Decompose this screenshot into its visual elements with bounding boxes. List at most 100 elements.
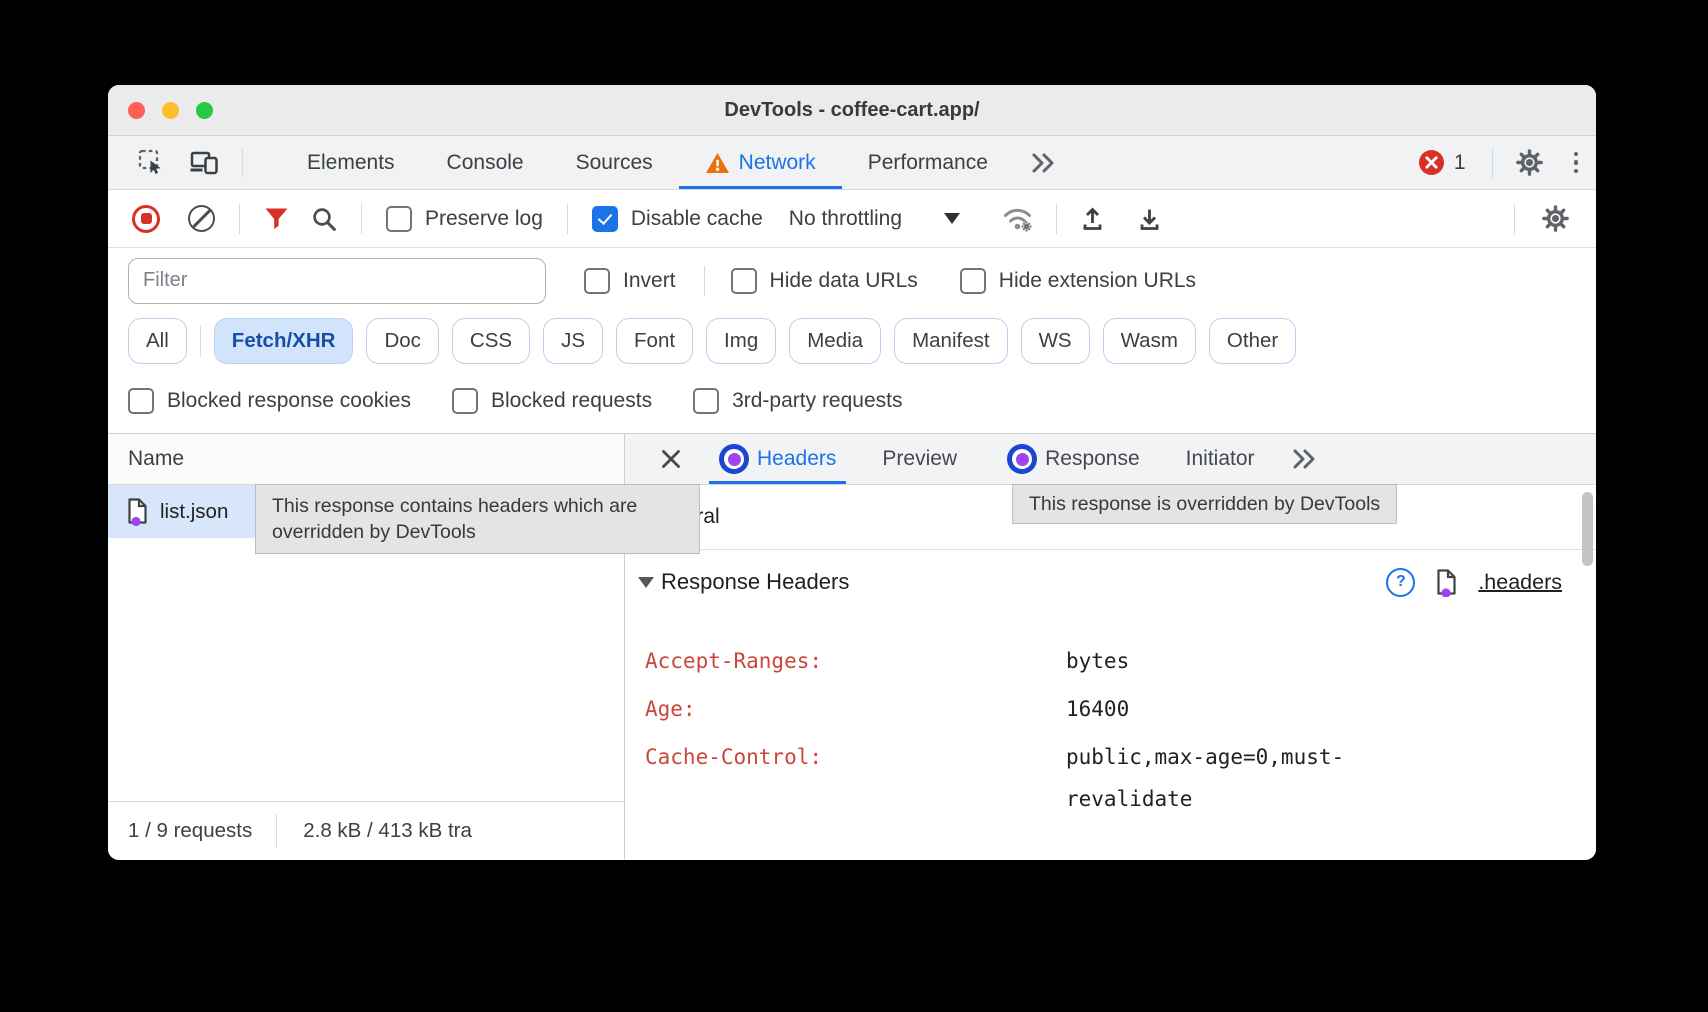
funnel-icon [264,207,289,230]
chip-media[interactable]: Media [789,318,881,364]
tab-elements[interactable]: Elements [281,136,421,189]
summary-divider [276,814,277,848]
inspect-element-button[interactable] [126,136,177,189]
search-icon [311,206,337,232]
more-details-tabs-button[interactable] [1283,434,1327,484]
toolbar-divider [1056,204,1057,234]
scrollbar-thumb[interactable] [1582,492,1593,566]
chip-doc[interactable]: Doc [366,318,438,364]
chip-css[interactable]: CSS [452,318,530,364]
devtools-window: DevTools - coffee-cart.app/ Elemen [108,85,1596,860]
name-column-header[interactable]: Name [108,434,624,485]
filter-row: Invert Hide data URLs Hide extension URL… [108,248,1596,313]
kebab-menu-icon[interactable] [1556,152,1597,174]
network-summary-bar: 1 / 9 requests 2.8 kB / 413 kB tra [108,801,624,860]
third-party-requests-checkbox[interactable] [693,388,719,414]
throttling-value: No throttling [789,207,902,231]
export-har-button[interactable] [1136,205,1163,232]
tab-performance-label: Performance [868,151,988,175]
close-icon [659,447,683,471]
warning-icon [705,152,730,174]
preserve-log-label[interactable]: Preserve log [425,207,543,231]
chip-ws[interactable]: WS [1021,318,1090,364]
file-icon [126,497,149,526]
response-headers-actions: ? .headers [1386,568,1596,597]
help-icon[interactable]: ? [1386,568,1415,597]
more-tabs-button[interactable] [1014,136,1074,189]
hide-data-urls-label[interactable]: Hide data URLs [770,269,918,293]
tab-response-label: Response [1045,447,1140,471]
tab-initiator-label: Initiator [1186,447,1255,471]
device-toolbar-button[interactable] [177,136,232,189]
tab-bar-right: 1 [1402,136,1596,189]
details-tab-bar: Headers Preview Response Initiator [625,434,1596,485]
network-conditions-button[interactable] [1000,204,1036,233]
third-party-requests-label[interactable]: 3rd-party requests [732,389,902,413]
upload-icon [1079,205,1106,232]
headers-override-tooltip: This response contains headers which are… [255,484,700,554]
override-indicator-icon [719,444,749,474]
chip-js[interactable]: JS [543,318,603,364]
chevron-double-right-icon [1291,448,1319,470]
blocked-requests-label[interactable]: Blocked requests [491,389,652,413]
tab-network[interactable]: Network [679,136,842,189]
window-title: DevTools - coffee-cart.app/ [108,99,1596,122]
headers-file-icon [1435,568,1458,597]
chip-other[interactable]: Other [1209,318,1296,364]
toolbar-divider [567,204,568,234]
blocked-response-cookies-checkbox[interactable] [128,388,154,414]
tab-headers-label: Headers [757,447,836,471]
search-button[interactable] [311,206,337,232]
record-network-log-button[interactable] [132,205,160,233]
filter-toggle-button[interactable] [264,207,289,230]
network-panels: Name list.json 1 / 9 requests 2.8 kB / 4… [108,433,1596,860]
error-icon [1418,149,1445,176]
disable-cache-checkbox[interactable] [592,206,618,232]
download-icon [1136,205,1163,232]
hide-extension-urls-checkbox[interactable] [960,268,986,294]
response-headers-section-header[interactable]: Response Headers ? .headers [625,550,1596,614]
clear-network-log-button[interactable] [188,205,215,232]
error-counter[interactable]: 1 [1402,149,1482,176]
tab-preview[interactable]: Preview [872,434,967,484]
device-toolbar-icon [189,149,220,176]
header-name: Age: [645,688,1066,730]
hide-extension-urls-label[interactable]: Hide extension URLs [999,269,1196,293]
header-row: Age: 16400 [645,688,1596,736]
tab-initiator[interactable]: Initiator [1176,434,1265,484]
chip-all[interactable]: All [128,318,187,364]
blocked-requests-checkbox[interactable] [452,388,478,414]
request-name: list.json [160,500,228,524]
blocked-response-cookies-label[interactable]: Blocked response cookies [167,389,411,413]
tab-console[interactable]: Console [421,136,550,189]
chip-font[interactable]: Font [616,318,693,364]
inspect-icon [138,149,165,176]
tab-sources[interactable]: Sources [550,136,679,189]
chip-img[interactable]: Img [706,318,776,364]
chip-wasm[interactable]: Wasm [1103,318,1196,364]
response-headers-list: Accept-Ranges: bytes Age: 16400 Cache-Co… [625,614,1596,820]
transferred-size: 2.8 kB / 413 kB tra [303,819,472,843]
header-value: public,max-age=0,must-revalidate [1066,736,1348,820]
tab-response[interactable]: Response [997,434,1150,484]
toolbar-divider [1514,204,1515,234]
filter-input[interactable] [128,258,546,304]
hide-data-urls-checkbox[interactable] [731,268,757,294]
invert-checkbox[interactable] [584,268,610,294]
settings-button[interactable] [1503,148,1556,177]
throttling-select[interactable]: No throttling [789,207,960,231]
headers-file-link[interactable]: .headers [1478,570,1562,595]
tab-performance[interactable]: Performance [842,136,1014,189]
chips-divider [200,325,201,357]
import-har-button[interactable] [1079,205,1106,232]
title-bar: DevTools - coffee-cart.app/ [108,85,1596,136]
header-name: Cache-Control: [645,736,1066,778]
preserve-log-checkbox[interactable] [386,206,412,232]
network-settings-button[interactable] [1541,204,1570,233]
tab-headers[interactable]: Headers [709,434,846,484]
chip-fetch-xhr[interactable]: Fetch/XHR [214,318,354,364]
chip-manifest[interactable]: Manifest [894,318,1007,364]
invert-label[interactable]: Invert [623,269,676,293]
disable-cache-label[interactable]: Disable cache [631,207,763,231]
close-details-button[interactable] [647,434,695,484]
